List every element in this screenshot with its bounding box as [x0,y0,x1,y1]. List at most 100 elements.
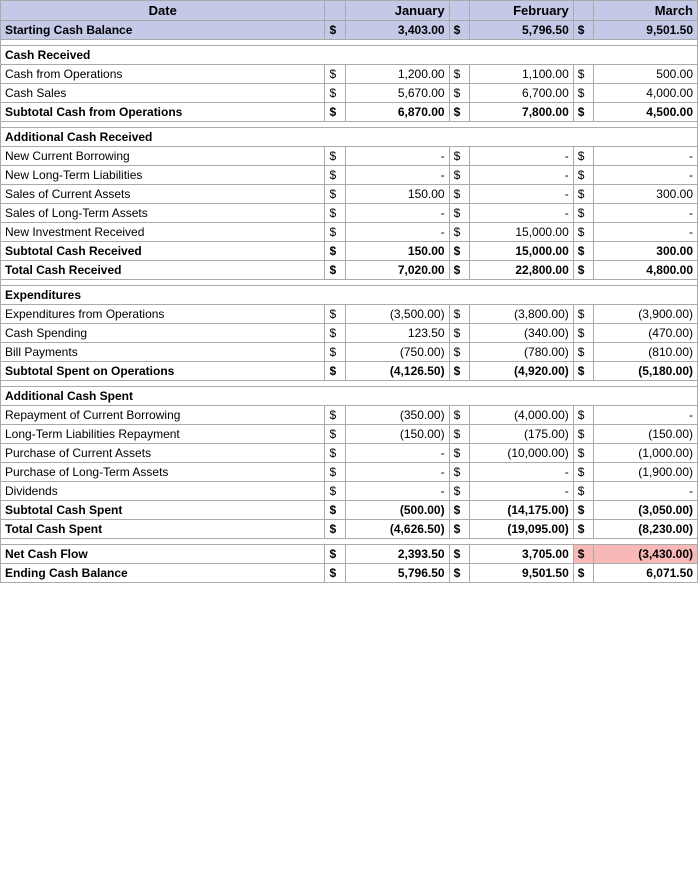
cash-sales-row: Cash Sales $ 5,670.00 $ 6,700.00 $ 4,000… [1,84,698,103]
cfo-jan-val: 1,200.00 [345,65,449,84]
plta-feb: - [469,463,573,482]
cash-from-operations-row: Cash from Operations $ 1,200.00 $ 1,100.… [1,65,698,84]
subtotal-sops-feb: (4,920.00) [469,362,573,381]
subtotal-cfops-mar: 4,500.00 [594,103,698,122]
repayment-current-borrowing-row: Repayment of Current Borrowing $ (350.00… [1,406,698,425]
jan-header-spacer [325,1,345,21]
starting-cash-balance-row: Starting Cash Balance $ 3,403.00 $ 5,796… [1,21,698,40]
subtotal-cs-feb: (14,175.00) [469,501,573,520]
expenditures-header-row: Expenditures [1,286,698,305]
starting-jan-val: 3,403.00 [345,21,449,40]
total-cash-spent-row: Total Cash Spent $ (4,626.50) $ (19,095.… [1,520,698,539]
cs-feb: (340.00) [469,324,573,343]
nltl-mar: - [594,166,698,185]
pca-feb: (10,000.00) [469,444,573,463]
new-current-borrowing-row: New Current Borrowing $ - $ - $ - [1,147,698,166]
starting-feb-val: 5,796.50 [469,21,573,40]
ltlr-mar: (150.00) [594,425,698,444]
cash-sales-jan: 5,670.00 [345,84,449,103]
starting-mar-val: 9,501.50 [594,21,698,40]
total-cr-mar: 4,800.00 [594,261,698,280]
total-cs-label: Total Cash Spent [1,520,325,539]
slta-feb: - [469,204,573,223]
cash-spending-row: Cash Spending $ 123.50 $ (340.00) $ (470… [1,324,698,343]
efo-mar: (3,900.00) [594,305,698,324]
nltl-feb: - [469,166,573,185]
mar-header-spacer [573,1,593,21]
bill-payments-row: Bill Payments $ (750.00) $ (780.00) $ (8… [1,343,698,362]
total-cs-feb: (19,095.00) [469,520,573,539]
div-feb: - [469,482,573,501]
subtotal-cfops-feb: 7,800.00 [469,103,573,122]
cs-mar: (470.00) [594,324,698,343]
ecb-feb: 9,501.50 [469,564,573,583]
march-header: March [594,1,698,21]
purchase-current-assets-row: Purchase of Current Assets $ - $ (10,000… [1,444,698,463]
sca-feb: - [469,185,573,204]
table-header: Date January February March [1,1,698,21]
ncf-mar: (3,430.00) [594,545,698,564]
bp-mar: (810.00) [594,343,698,362]
cash-received-header-row: Cash Received [1,46,698,65]
subtotal-sops-label: Subtotal Spent on Operations [1,362,325,381]
starting-mar-sym: $ [573,21,593,40]
subtotal-cr-jan: 150.00 [345,242,449,261]
total-cr-feb: 22,800.00 [469,261,573,280]
efo-jan: (3,500.00) [345,305,449,324]
subtotal-cfops-label: Subtotal Cash from Operations [1,103,325,122]
subtotal-cs-jan: (500.00) [345,501,449,520]
ncf-label: Net Cash Flow [1,545,325,564]
expenditures-title: Expenditures [1,286,698,305]
pca-label: Purchase of Current Assets [1,444,325,463]
rcb-mar: - [594,406,698,425]
subtotal-spent-ops-row: Subtotal Spent on Operations $ (4,126.50… [1,362,698,381]
expenditures-from-ops-row: Expenditures from Operations $ (3,500.00… [1,305,698,324]
ltlr-jan: (150.00) [345,425,449,444]
cfo-feb-sym: $ [449,65,469,84]
cash-sales-feb: 6,700.00 [469,84,573,103]
subtotal-cash-from-ops-row: Subtotal Cash from Operations $ 6,870.00… [1,103,698,122]
ncb-mar: - [594,147,698,166]
bp-jan: (750.00) [345,343,449,362]
subtotal-cash-spent-row: Subtotal Cash Spent $ (500.00) $ (14,175… [1,501,698,520]
plta-label: Purchase of Long-Term Assets [1,463,325,482]
feb-header-spacer [449,1,469,21]
bp-feb: (780.00) [469,343,573,362]
total-cr-jan: 7,020.00 [345,261,449,280]
ncf-jan: 2,393.50 [345,545,449,564]
total-cash-received-row: Total Cash Received $ 7,020.00 $ 22,800.… [1,261,698,280]
ending-cash-balance-row: Ending Cash Balance $ 5,796.50 $ 9,501.5… [1,564,698,583]
total-cs-jan: (4,626.50) [345,520,449,539]
additional-cash-spent-header-row: Additional Cash Spent [1,387,698,406]
subtotal-cr-mar: 300.00 [594,242,698,261]
sca-label: Sales of Current Assets [1,185,325,204]
div-jan: - [345,482,449,501]
cfo-mar-sym: $ [573,65,593,84]
div-label: Dividends [1,482,325,501]
ncb-feb: - [469,147,573,166]
nir-jan: - [345,223,449,242]
february-header: February [469,1,573,21]
ltlr-label: Long-Term Liabilities Repayment [1,425,325,444]
subtotal-cs-mar: (3,050.00) [594,501,698,520]
starting-label: Starting Cash Balance [1,21,325,40]
slta-jan: - [345,204,449,223]
rcb-jan: (350.00) [345,406,449,425]
additional-cash-received-title: Additional Cash Received [1,128,698,147]
ncb-label: New Current Borrowing [1,147,325,166]
nltl-jan: - [345,166,449,185]
subtotal-cs-label: Subtotal Cash Spent [1,501,325,520]
efo-label: Expenditures from Operations [1,305,325,324]
slta-mar: - [594,204,698,223]
subtotal-sops-jan: (4,126.50) [345,362,449,381]
rcb-feb: (4,000.00) [469,406,573,425]
cash-from-ops-label: Cash from Operations [1,65,325,84]
sales-current-assets-row: Sales of Current Assets $ 150.00 $ - $ 3… [1,185,698,204]
dividends-row: Dividends $ - $ - $ - [1,482,698,501]
pca-mar: (1,000.00) [594,444,698,463]
rcb-label: Repayment of Current Borrowing [1,406,325,425]
cs-label: Cash Spending [1,324,325,343]
bp-label: Bill Payments [1,343,325,362]
subtotal-cr-label: Subtotal Cash Received [1,242,325,261]
slta-label: Sales of Long-Term Assets [1,204,325,223]
